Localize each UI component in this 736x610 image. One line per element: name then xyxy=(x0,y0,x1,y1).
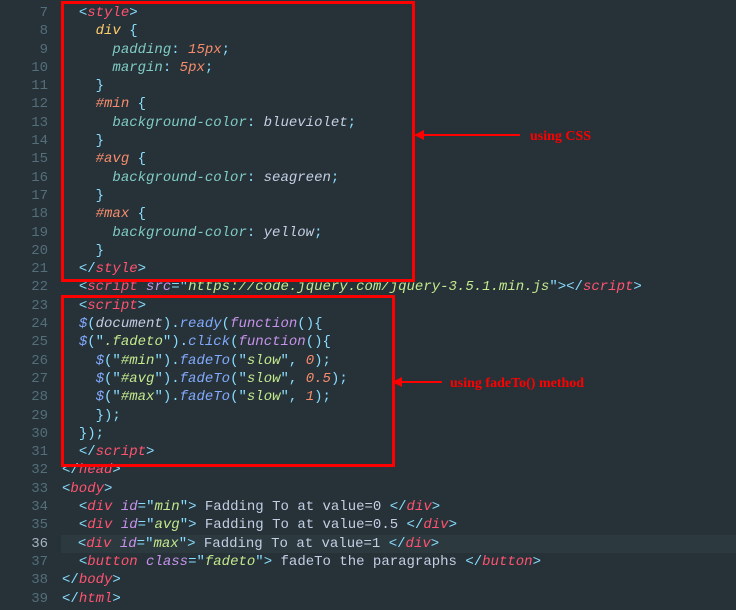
code-line[interactable]: <div id="avg"> Fadding To at value=0.5 <… xyxy=(62,516,736,534)
line-number: 7 xyxy=(0,4,48,22)
code-line[interactable]: } xyxy=(62,187,736,205)
line-number: 39 xyxy=(0,590,48,608)
line-number: 11 xyxy=(0,77,48,95)
line-number: 28 xyxy=(0,388,48,406)
code-line[interactable]: <style> xyxy=(62,4,736,22)
line-number: 14 xyxy=(0,132,48,150)
line-number: 33 xyxy=(0,480,48,498)
line-number: 36 xyxy=(0,535,48,553)
code-line[interactable]: background-color: yellow; xyxy=(62,224,736,242)
code-line[interactable]: $(".fadeto").click(function(){ xyxy=(62,333,736,351)
line-number: 20 xyxy=(0,242,48,260)
code-line[interactable]: <body> xyxy=(62,480,736,498)
line-number: 35 xyxy=(0,516,48,534)
code-line[interactable]: padding: 15px; xyxy=(62,41,736,59)
code-line[interactable]: } xyxy=(62,132,736,150)
line-number-gutter: 7891011121314151617181920212223242526272… xyxy=(0,4,62,608)
line-number: 10 xyxy=(0,59,48,77)
code-line[interactable]: } xyxy=(62,242,736,260)
line-number: 26 xyxy=(0,352,48,370)
code-line[interactable]: $("#min").fadeTo("slow", 0); xyxy=(62,352,736,370)
line-number: 8 xyxy=(0,22,48,40)
code-line[interactable]: <div id="max"> Fadding To at value=1 </d… xyxy=(61,535,736,553)
line-number: 16 xyxy=(0,169,48,187)
line-number: 23 xyxy=(0,297,48,315)
code-line[interactable]: } xyxy=(62,77,736,95)
line-number: 34 xyxy=(0,498,48,516)
code-line[interactable]: #avg { xyxy=(62,150,736,168)
line-number: 18 xyxy=(0,205,48,223)
code-line[interactable]: <script src="https://code.jquery.com/jqu… xyxy=(62,278,736,296)
code-editor: 7891011121314151617181920212223242526272… xyxy=(0,0,736,608)
line-number: 25 xyxy=(0,333,48,351)
line-number: 32 xyxy=(0,461,48,479)
code-line[interactable]: #max { xyxy=(62,205,736,223)
line-number: 24 xyxy=(0,315,48,333)
code-line[interactable]: }); xyxy=(62,407,736,425)
annotation-label-fadeto: using fadeTo() method xyxy=(450,375,584,393)
line-number: 17 xyxy=(0,187,48,205)
code-line[interactable]: <button class="fadeto"> fadeTo the parag… xyxy=(62,553,736,571)
code-line[interactable]: background-color: seagreen; xyxy=(62,169,736,187)
code-line[interactable]: <script> xyxy=(62,297,736,315)
code-line[interactable]: </html> xyxy=(62,590,736,608)
line-number: 29 xyxy=(0,407,48,425)
line-number: 13 xyxy=(0,114,48,132)
code-line[interactable]: $(document).ready(function(){ xyxy=(62,315,736,333)
code-line[interactable]: $("#max").fadeTo("slow", 1); xyxy=(62,388,736,406)
code-line[interactable]: #min { xyxy=(62,95,736,113)
code-line[interactable]: background-color: blueviolet; xyxy=(62,114,736,132)
line-number: 19 xyxy=(0,224,48,242)
code-line[interactable]: $("#avg").fadeTo("slow", 0.5); xyxy=(62,370,736,388)
line-number: 31 xyxy=(0,443,48,461)
code-line[interactable]: </body> xyxy=(62,571,736,589)
line-number: 21 xyxy=(0,260,48,278)
line-number: 15 xyxy=(0,150,48,168)
code-line[interactable]: </head> xyxy=(62,461,736,479)
annotation-label-css: using CSS xyxy=(530,128,591,146)
line-number: 38 xyxy=(0,571,48,589)
code-line[interactable]: margin: 5px; xyxy=(62,59,736,77)
line-number: 30 xyxy=(0,425,48,443)
code-line[interactable]: </script> xyxy=(62,443,736,461)
line-number: 27 xyxy=(0,370,48,388)
line-number: 9 xyxy=(0,41,48,59)
code-line[interactable]: div { xyxy=(62,22,736,40)
code-line[interactable]: </style> xyxy=(62,260,736,278)
line-number: 22 xyxy=(0,278,48,296)
code-line[interactable]: <div id="min"> Fadding To at value=0 </d… xyxy=(62,498,736,516)
code-line[interactable]: }); xyxy=(62,425,736,443)
line-number: 37 xyxy=(0,553,48,571)
line-number: 12 xyxy=(0,95,48,113)
code-area[interactable]: <style> div { padding: 15px; margin: 5px… xyxy=(62,4,736,608)
